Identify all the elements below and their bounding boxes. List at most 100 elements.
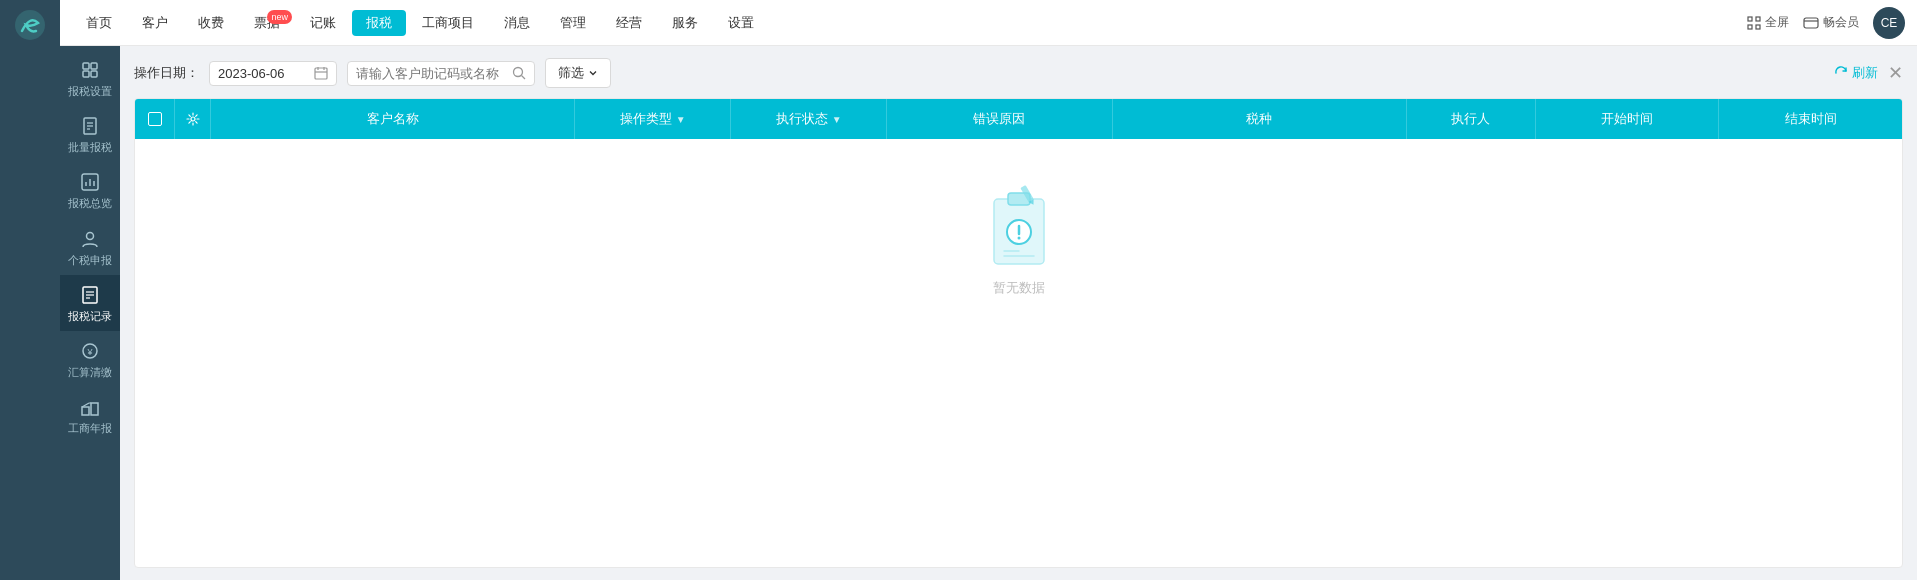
nav-settings[interactable]: 设置 bbox=[714, 10, 768, 36]
member-icon bbox=[1803, 16, 1819, 30]
annual-report-icon bbox=[78, 395, 102, 419]
fullscreen-icon bbox=[1747, 16, 1761, 30]
sub-sidebar: 报税设置 批量报税 bbox=[60, 46, 120, 580]
search-input[interactable] bbox=[356, 66, 506, 81]
nav-items: 首页 客户 收费 票据 new 记账 报税 工商项目 消息 管理 经营 服务 设… bbox=[72, 10, 1747, 36]
svg-rect-26 bbox=[82, 407, 89, 415]
tax-summary-icon bbox=[78, 170, 102, 194]
sidebar-item-settlement[interactable]: ¥ 汇算清缴 bbox=[60, 331, 120, 387]
th-checkbox[interactable] bbox=[135, 99, 175, 139]
nav-billing[interactable]: 收费 bbox=[184, 10, 238, 36]
nav-manage[interactable]: 管理 bbox=[546, 10, 600, 36]
date-label: 操作日期： bbox=[134, 64, 199, 82]
refresh-icon bbox=[1834, 66, 1848, 80]
sidebar-item-personal-tax[interactable]: 个税申报 bbox=[60, 219, 120, 275]
svg-rect-30 bbox=[315, 68, 327, 79]
date-input-wrap[interactable] bbox=[209, 61, 337, 86]
nav-accounting[interactable]: 经营 bbox=[602, 10, 656, 36]
search-icon bbox=[512, 66, 526, 80]
fullscreen-label: 全屏 bbox=[1765, 14, 1789, 31]
th-reason: 错误原因 bbox=[887, 99, 1112, 139]
nav-tax[interactable]: 报税 bbox=[352, 10, 406, 36]
th-settings[interactable] bbox=[175, 99, 211, 139]
date-input[interactable] bbox=[218, 66, 308, 81]
sort-arrow-optype: ▼ bbox=[676, 114, 686, 125]
refresh-button[interactable]: 刷新 bbox=[1834, 64, 1878, 82]
th-optype[interactable]: 操作类型 ▼ bbox=[575, 99, 731, 139]
svg-rect-27 bbox=[91, 403, 98, 415]
calendar-icon bbox=[314, 66, 328, 80]
tax-records-icon bbox=[78, 283, 102, 307]
svg-rect-2 bbox=[1756, 17, 1760, 21]
svg-rect-10 bbox=[91, 71, 97, 77]
nav-service[interactable]: 服务 bbox=[658, 10, 712, 36]
main-area: 首页 客户 收费 票据 new 记账 报税 工商项目 消息 管理 经营 服务 设… bbox=[60, 0, 1917, 580]
fullscreen-btn[interactable]: 全屏 bbox=[1747, 14, 1789, 31]
top-navigation: 首页 客户 收费 票据 new 记账 报税 工商项目 消息 管理 经营 服务 设… bbox=[60, 0, 1917, 46]
table-header: 客户名称 操作类型 ▼ 执行状态 ▼ 错误原因 税种 bbox=[135, 99, 1902, 139]
personal-tax-icon bbox=[78, 227, 102, 251]
select-all-checkbox[interactable] bbox=[148, 112, 162, 126]
th-endtime: 结束时间 bbox=[1719, 99, 1902, 139]
svg-rect-3 bbox=[1748, 25, 1752, 29]
nav-home[interactable]: 首页 bbox=[72, 10, 126, 36]
svg-rect-5 bbox=[1804, 18, 1818, 28]
content-area: 报税设置 批量报税 bbox=[60, 46, 1917, 580]
main-content: 操作日期： bbox=[120, 46, 1917, 580]
search-wrap[interactable] bbox=[347, 61, 535, 86]
annual-report-label: 工商年报 bbox=[68, 422, 112, 435]
nav-message[interactable]: 消息 bbox=[490, 10, 544, 36]
member-label: 畅会员 bbox=[1823, 14, 1859, 31]
empty-illustration bbox=[974, 179, 1064, 279]
th-status[interactable]: 执行状态 ▼ bbox=[731, 99, 887, 139]
sidebar-item-tax-settings[interactable]: 报税设置 bbox=[60, 50, 120, 106]
sidebar-item-tax-records[interactable]: 报税记录 bbox=[60, 275, 120, 331]
svg-rect-1 bbox=[1748, 17, 1752, 21]
svg-text:¥: ¥ bbox=[86, 347, 93, 357]
sidebar-item-batch-tax[interactable]: 批量报税 bbox=[60, 106, 120, 162]
avatar[interactable]: CE bbox=[1873, 7, 1905, 39]
member-btn[interactable]: 畅会员 bbox=[1803, 14, 1859, 31]
refresh-label: 刷新 bbox=[1852, 64, 1878, 82]
sidebar-item-annual-report[interactable]: 工商年报 bbox=[60, 387, 120, 443]
settings-icon bbox=[186, 112, 200, 126]
batch-tax-icon bbox=[78, 114, 102, 138]
tax-settings-label: 报税设置 bbox=[68, 85, 112, 98]
svg-point-41 bbox=[1017, 237, 1020, 240]
toolbar: 操作日期： bbox=[134, 58, 1903, 88]
nav-business[interactable]: 工商项目 bbox=[408, 10, 488, 36]
svg-rect-4 bbox=[1756, 25, 1760, 29]
th-starttime: 开始时间 bbox=[1536, 99, 1720, 139]
svg-line-35 bbox=[522, 76, 526, 80]
table-container: 客户名称 操作类型 ▼ 执行状态 ▼ 错误原因 税种 bbox=[134, 98, 1903, 568]
nav-customer[interactable]: 客户 bbox=[128, 10, 182, 36]
topnav-right: 全屏 畅会员 CE bbox=[1747, 7, 1905, 39]
svg-rect-8 bbox=[91, 63, 97, 69]
tax-settings-icon bbox=[78, 58, 102, 82]
svg-rect-9 bbox=[83, 71, 89, 77]
batch-tax-label: 批量报税 bbox=[68, 141, 112, 154]
filter-button[interactable]: 筛选 bbox=[545, 58, 611, 88]
svg-point-34 bbox=[514, 68, 523, 77]
svg-point-19 bbox=[87, 232, 94, 239]
close-button[interactable]: ✕ bbox=[1888, 64, 1903, 82]
svg-rect-7 bbox=[83, 63, 89, 69]
settlement-label: 汇算清缴 bbox=[68, 366, 112, 379]
th-name: 客户名称 bbox=[211, 99, 575, 139]
nav-invoice[interactable]: 票据 new bbox=[240, 10, 294, 36]
svg-point-36 bbox=[191, 117, 195, 121]
tax-records-label: 报税记录 bbox=[68, 310, 112, 323]
nav-bookkeeping[interactable]: 记账 bbox=[296, 10, 350, 36]
th-executor: 执行人 bbox=[1407, 99, 1535, 139]
sort-arrow-status: ▼ bbox=[832, 114, 842, 125]
new-badge: new bbox=[267, 10, 292, 24]
sidebar-item-tax-summary[interactable]: 报税总览 bbox=[60, 162, 120, 218]
empty-text: 暂无数据 bbox=[993, 279, 1045, 297]
chevron-down-icon bbox=[588, 68, 598, 78]
table-body: 暂无数据 bbox=[135, 139, 1902, 327]
th-taxtype: 税种 bbox=[1113, 99, 1408, 139]
empty-state: 暂无数据 bbox=[135, 139, 1902, 327]
personal-tax-label: 个税申报 bbox=[68, 254, 112, 267]
app-logo[interactable] bbox=[0, 0, 60, 50]
left-sidebar bbox=[0, 0, 60, 580]
